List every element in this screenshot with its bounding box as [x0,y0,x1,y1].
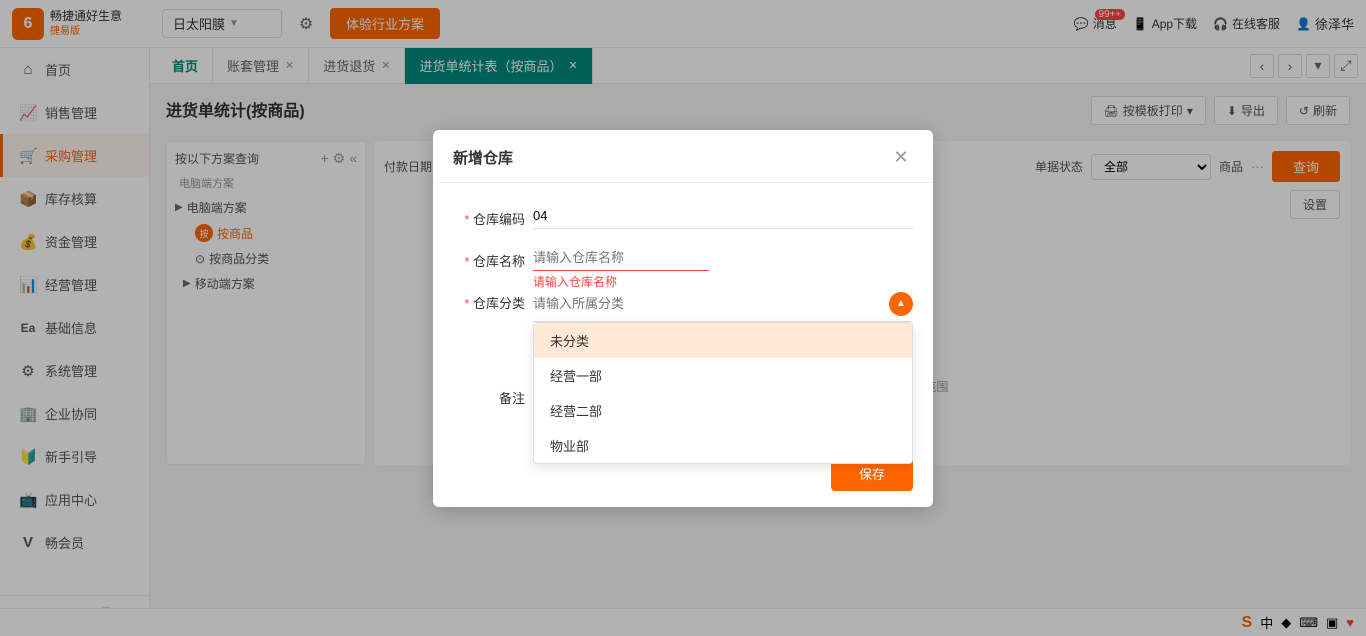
warehouse-notes-label: 备注 [453,382,533,407]
warehouse-category-wrapper: ▲ 未分类 经营一部 经营二部 物业部 [533,287,913,322]
warehouse-category-row: 仓库分类 ▲ 未分类 经营一部 经营二部 物业部 [453,287,913,322]
warehouse-name-input[interactable] [533,245,709,271]
warehouse-category-label: 仓库分类 [453,287,533,312]
warehouse-category-input[interactable] [533,296,889,311]
warehouse-code-input[interactable] [533,203,913,229]
warehouse-name-row: 仓库名称 请输入仓库名称 [453,245,913,271]
dropdown-option-ops1[interactable]: 经营一部 [534,358,912,393]
warehouse-name-input-row: 仓库名称 [453,245,709,271]
warehouse-name-label: 仓库名称 [453,245,533,270]
modal-header: 新增仓库 ✕ [433,130,933,183]
modal-close-button[interactable]: ✕ [889,146,913,170]
modal-overlay: 新增仓库 ✕ 仓库编码 仓库名称 请输入仓库名称 仓库分类 [0,0,1366,636]
modal-title: 新增仓库 [453,147,513,168]
dropdown-option-ops2[interactable]: 经营二部 [534,393,912,428]
warehouse-code-label: 仓库编码 [453,203,533,228]
new-warehouse-modal: 新增仓库 ✕ 仓库编码 仓库名称 请输入仓库名称 仓库分类 [433,130,933,507]
dropdown-option-property[interactable]: 物业部 [534,428,912,463]
dropdown-option-none[interactable]: 未分类 [534,323,912,358]
category-dropdown-arrow-btn[interactable]: ▲ [889,292,913,316]
modal-body: 仓库编码 仓库名称 请输入仓库名称 仓库分类 ▲ [433,183,933,444]
category-dropdown-list: 未分类 经营一部 经营二部 物业部 [533,322,913,464]
warehouse-code-row: 仓库编码 [453,203,913,229]
category-dropdown-trigger[interactable]: ▲ [533,287,913,322]
